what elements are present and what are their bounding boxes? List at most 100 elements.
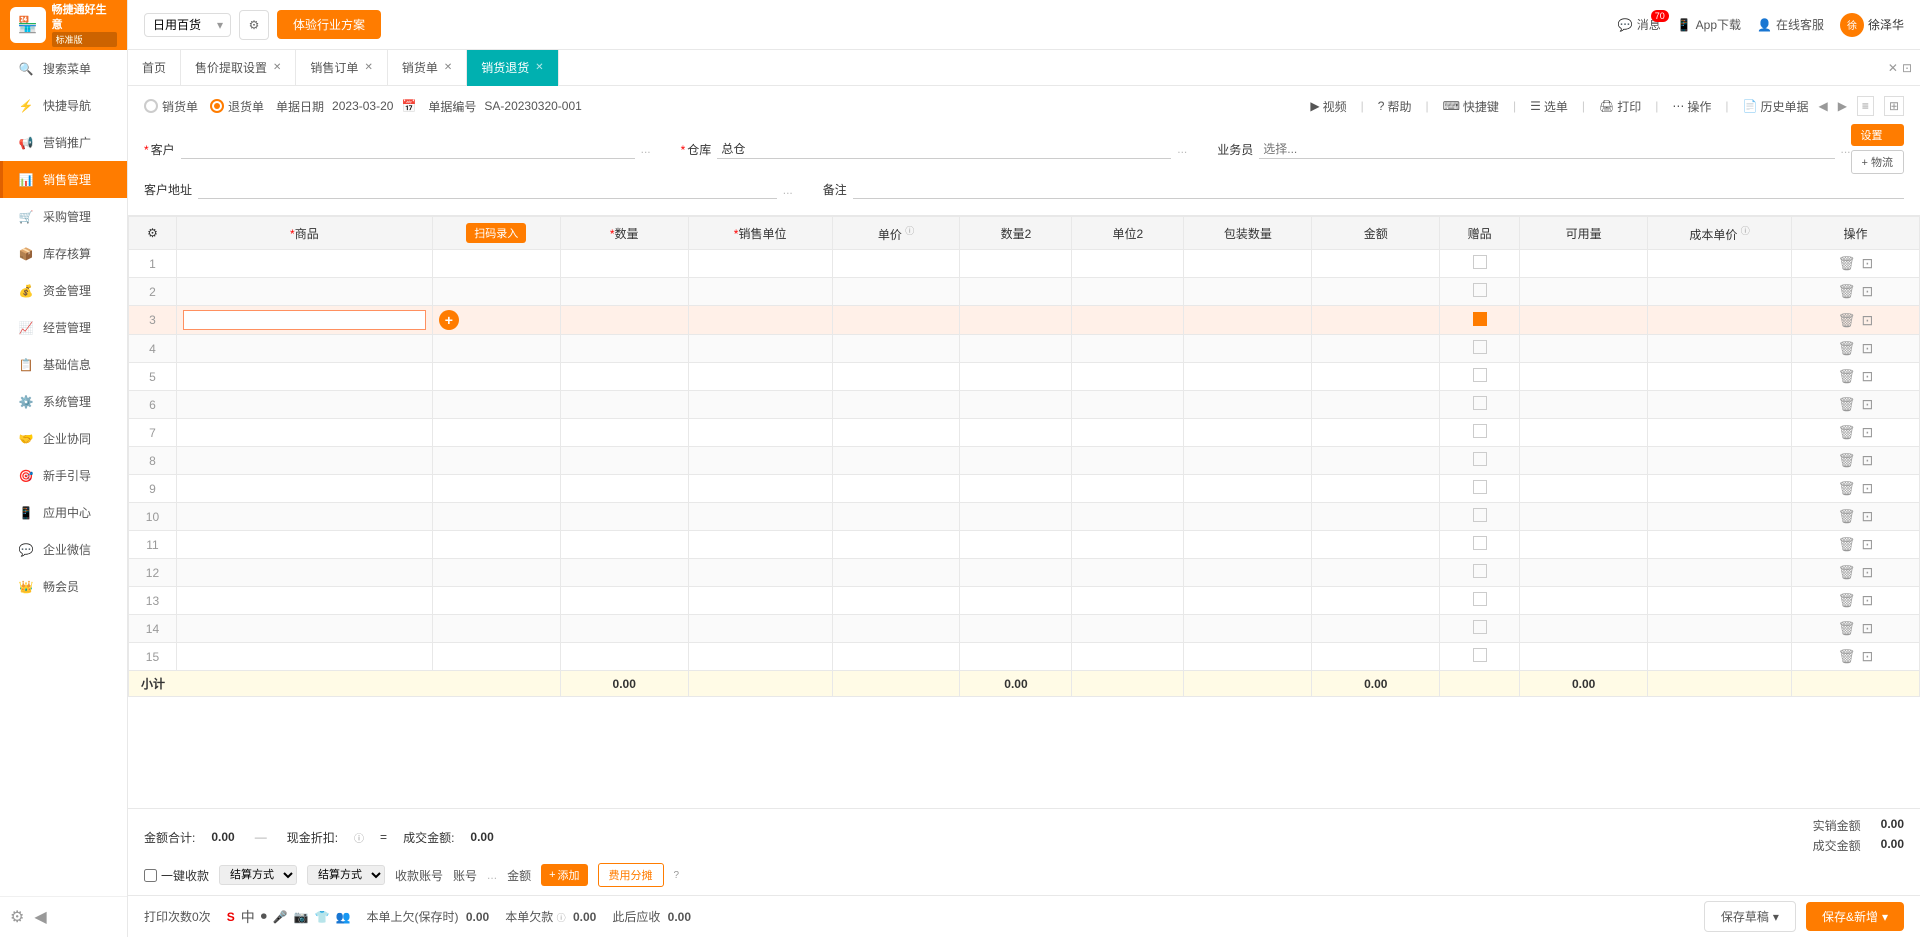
- gift-checkbox-13[interactable]: [1473, 592, 1487, 606]
- delete-icon-11[interactable]: 🗑: [1838, 536, 1856, 553]
- account-dots[interactable]: ...: [487, 868, 497, 882]
- salesperson-input[interactable]: [1259, 140, 1834, 159]
- customer-dots[interactable]: ...: [641, 142, 651, 156]
- topbar-gear-btn[interactable]: ⚙: [239, 10, 269, 40]
- user-profile[interactable]: 徐 徐泽华: [1840, 13, 1904, 37]
- trial-btn[interactable]: 体验行业方案: [277, 10, 381, 39]
- tab-sales_return[interactable]: 销货退货✕: [467, 50, 558, 86]
- logistics-btn[interactable]: + 物流: [1851, 150, 1904, 174]
- tab-close-sales_order[interactable]: ✕: [364, 62, 372, 73]
- gift-checkbox-9[interactable]: [1473, 480, 1487, 494]
- tab-price_settings[interactable]: 售价提取设置✕: [181, 50, 296, 86]
- store-select[interactable]: 日用百货: [144, 13, 231, 37]
- sidebar-item-guide[interactable]: 🎯新手引导: [0, 457, 127, 494]
- gift-checkbox-15[interactable]: [1473, 648, 1487, 662]
- tab-close-price_settings[interactable]: ✕: [273, 62, 281, 73]
- sidebar-item-shortcut[interactable]: ⚡快捷导航: [0, 87, 127, 124]
- gift-cell-7[interactable]: [1440, 419, 1520, 447]
- gift-checkbox-12[interactable]: [1473, 564, 1487, 578]
- settings-btn[interactable]: 设置: [1851, 124, 1904, 146]
- delete-icon-9[interactable]: 🗑: [1838, 480, 1856, 497]
- delete-icon-13[interactable]: 🗑: [1838, 592, 1856, 609]
- history-btn[interactable]: 📄 历史单据: [1742, 98, 1808, 115]
- gift-checkbox-10[interactable]: [1473, 508, 1487, 522]
- operation-btn[interactable]: ⋯ 操作: [1672, 98, 1711, 115]
- tab-sales_order[interactable]: 销售订单✕: [296, 50, 387, 86]
- th-gear[interactable]: ⚙: [129, 217, 177, 250]
- radio-sales[interactable]: 销货单: [144, 98, 198, 115]
- sidebar-item-inventory[interactable]: 📦库存核算: [0, 235, 127, 272]
- tab-sales_shipment[interactable]: 销货单✕: [388, 50, 467, 86]
- copy-icon-5[interactable]: ⊡: [1862, 368, 1874, 385]
- warehouse-input[interactable]: [717, 140, 1171, 159]
- gift-cell-12[interactable]: [1440, 559, 1520, 587]
- copy-icon-10[interactable]: ⊡: [1862, 508, 1874, 525]
- copy-icon-7[interactable]: ⊡: [1862, 424, 1874, 441]
- gift-checkbox-11[interactable]: [1473, 536, 1487, 550]
- gift-checkbox-4[interactable]: [1473, 340, 1487, 354]
- gift-checkbox-5[interactable]: [1473, 368, 1487, 382]
- sidebar-item-marketing[interactable]: 📢营销推广: [0, 124, 127, 161]
- video-btn[interactable]: ▶ 视频: [1310, 98, 1346, 115]
- save-new-btn[interactable]: 保存&新增 ▾: [1806, 902, 1904, 931]
- tab-home[interactable]: 首页: [128, 50, 181, 86]
- fee-split-btn[interactable]: 费用分摊: [598, 863, 664, 887]
- delete-icon-10[interactable]: 🗑: [1838, 508, 1856, 525]
- copy-icon-8[interactable]: ⊡: [1862, 452, 1874, 469]
- prev-icon[interactable]: ◀: [1818, 99, 1827, 113]
- sidebar-item-purchase[interactable]: 🛒采购管理: [0, 198, 127, 235]
- gift-cell-8[interactable]: [1440, 447, 1520, 475]
- gift-checkbox-14[interactable]: [1473, 620, 1487, 634]
- gift-cell-10[interactable]: [1440, 503, 1520, 531]
- copy-icon-13[interactable]: ⊡: [1862, 592, 1874, 609]
- delete-icon-1[interactable]: 🗑: [1838, 255, 1856, 272]
- copy-icon-12[interactable]: ⊡: [1862, 564, 1874, 581]
- delete-icon-2[interactable]: 🗑: [1838, 283, 1856, 300]
- copy-icon-3[interactable]: ⊡: [1862, 312, 1874, 329]
- address-input[interactable]: [198, 180, 777, 199]
- shortcut-btn[interactable]: ⌨ 快捷键: [1443, 98, 1499, 115]
- delete-icon-12[interactable]: 🗑: [1838, 564, 1856, 581]
- delete-icon-15[interactable]: 🗑: [1838, 648, 1856, 665]
- radio-return[interactable]: 退货单: [210, 98, 264, 115]
- delete-icon-8[interactable]: 🗑: [1838, 452, 1856, 469]
- list-view-icon[interactable]: ≡: [1857, 96, 1874, 116]
- sidebar-item-search[interactable]: 🔍搜索菜单: [0, 50, 127, 87]
- sidebar-item-basic[interactable]: 📋基础信息: [0, 346, 127, 383]
- sidebar-item-enterprise[interactable]: 🤝企业协同: [0, 420, 127, 457]
- copy-icon-11[interactable]: ⊡: [1862, 536, 1874, 553]
- gift-cell-1[interactable]: [1440, 250, 1520, 278]
- delete-icon-7[interactable]: 🗑: [1838, 424, 1856, 441]
- calc-select[interactable]: 结算方式: [307, 865, 385, 885]
- settlement-select[interactable]: 结算方式: [219, 865, 297, 885]
- add-payment-btn[interactable]: + 添加: [541, 864, 587, 886]
- gift-checkbox-7[interactable]: [1473, 424, 1487, 438]
- delete-icon-14[interactable]: 🗑: [1838, 620, 1856, 637]
- gift-cell-13[interactable]: [1440, 587, 1520, 615]
- save-draft-btn[interactable]: 保存草稿 ▾: [1704, 901, 1796, 932]
- online-service-btn[interactable]: 👤 在线客服: [1757, 16, 1824, 33]
- copy-icon-15[interactable]: ⊡: [1862, 648, 1874, 665]
- tab-close-sales_shipment[interactable]: ✕: [444, 62, 452, 73]
- copy-icon-14[interactable]: ⊡: [1862, 620, 1874, 637]
- delete-icon-5[interactable]: 🗑: [1838, 368, 1856, 385]
- tab-close-sales_return[interactable]: ✕: [535, 62, 543, 73]
- sidebar-item-operations[interactable]: 📈经营管理: [0, 309, 127, 346]
- restore-icon[interactable]: ⊡: [1902, 61, 1912, 75]
- product-input-3[interactable]: [183, 310, 426, 330]
- scan-btn[interactable]: 扫码录入: [466, 223, 526, 243]
- gift-cell-11[interactable]: [1440, 531, 1520, 559]
- sidebar-item-apps[interactable]: 📱应用中心: [0, 494, 127, 531]
- next-icon[interactable]: ▶: [1838, 99, 1847, 113]
- delete-icon-3[interactable]: 🗑: [1838, 312, 1856, 329]
- calendar-icon[interactable]: 📅: [401, 99, 416, 113]
- gift-cell-6[interactable]: [1440, 391, 1520, 419]
- select-btn[interactable]: ☰ 选单: [1530, 98, 1568, 115]
- add-row-btn[interactable]: +: [439, 310, 459, 330]
- copy-icon-4[interactable]: ⊡: [1862, 340, 1874, 357]
- grid-view-icon[interactable]: ⊞: [1884, 96, 1904, 116]
- sidebar-item-wechat[interactable]: 💬企业微信: [0, 531, 127, 568]
- gift-checkbox-3[interactable]: [1473, 312, 1487, 326]
- delete-icon-6[interactable]: 🗑: [1838, 396, 1856, 413]
- salesperson-dots[interactable]: ...: [1841, 142, 1851, 156]
